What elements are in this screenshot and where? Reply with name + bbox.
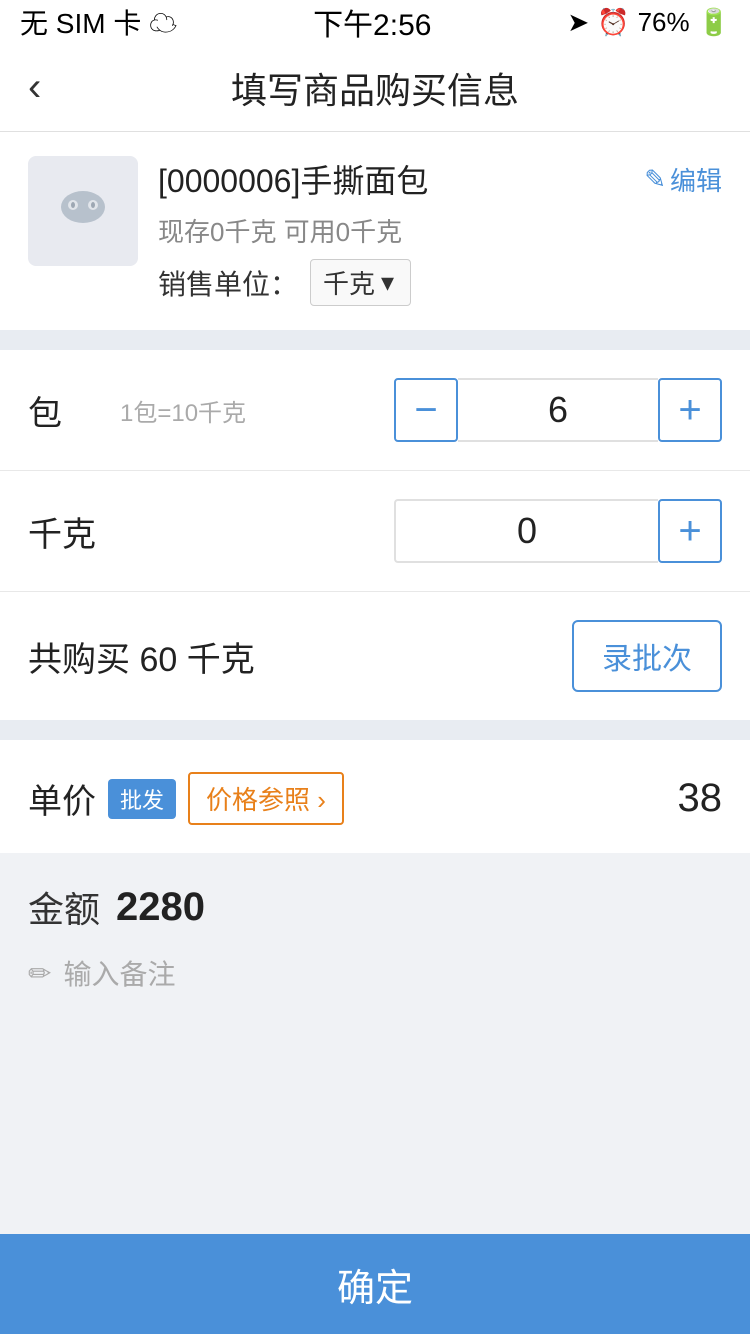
price-row: 单价 批发 价格参照 › 38 — [28, 772, 722, 825]
batch-button[interactable]: 录批次 — [572, 620, 722, 692]
divider-1 — [0, 330, 750, 350]
product-image — [28, 156, 138, 266]
package-minus-button[interactable]: − — [394, 378, 458, 442]
dropdown-icon: ▾ — [381, 267, 394, 298]
kg-number-control: + — [394, 499, 722, 563]
kg-plus-button[interactable]: + — [658, 499, 722, 563]
status-left: 无 SIM 卡 ☁ — [20, 2, 177, 42]
confirm-button[interactable]: 确定 — [0, 1234, 750, 1334]
package-label: 包 — [28, 386, 108, 435]
location-icon: ➤ — [567, 7, 589, 38]
amount-row: 金额 2280 — [28, 881, 722, 933]
pencil-icon: ✏ — [28, 957, 51, 990]
total-row: 共购买 60 千克 录批次 — [0, 592, 750, 720]
price-label: 单价 — [28, 774, 96, 823]
edit-icon: ✎ — [644, 164, 666, 195]
price-tag: 批发 — [108, 779, 176, 819]
total-amount: 60 — [139, 641, 177, 679]
note-placeholder: 输入备注 — [63, 953, 175, 993]
confirm-label: 确定 — [337, 1257, 413, 1312]
status-time: 下午2:56 — [313, 0, 431, 44]
amount-label: 金额 — [28, 881, 100, 933]
kg-label: 千克 — [28, 507, 108, 556]
back-button[interactable]: ‹ — [28, 65, 41, 110]
package-input-row: 包 1包=10千克 − + — [0, 350, 750, 471]
edit-button[interactable]: ✎ 编辑 — [644, 161, 722, 198]
battery-icon: 🔋 — [698, 7, 730, 38]
total-text: 共购买 60 千克 — [28, 632, 255, 681]
price-value: 38 — [678, 776, 723, 821]
amount-section: 金额 2280 ✏ 输入备注 — [0, 853, 750, 1009]
package-plus-button[interactable]: + — [658, 378, 722, 442]
unit-label: 销售单位： — [158, 263, 298, 303]
product-unit-row: 销售单位： 千克 ▾ — [158, 259, 722, 306]
edit-label: 编辑 — [670, 161, 722, 198]
sim-status: 无 SIM 卡 ☁ — [20, 2, 177, 42]
kg-input-row: 千克 + — [0, 471, 750, 592]
product-info: [0000006]手撕面包 ✎ 编辑 现存0千克 可用0千克 销售单位： 千克 … — [158, 156, 722, 306]
unit-value: 千克 — [323, 264, 375, 301]
status-right: ➤ ⏰ 76% 🔋 — [567, 7, 730, 38]
total-prefix: 共购买 — [28, 641, 130, 679]
product-stock: 现存0千克 可用0千克 — [158, 212, 722, 249]
package-hint: 1包=10千克 — [120, 393, 394, 428]
nav-bar: ‹ 填写商品购买信息 — [0, 44, 750, 132]
alarm-icon: ⏰ — [597, 7, 629, 38]
price-section: 单价 批发 价格参照 › 38 — [0, 740, 750, 853]
product-logo-icon — [51, 179, 115, 243]
product-name: [0000006]手撕面包 — [158, 156, 428, 202]
kg-input[interactable] — [394, 499, 658, 563]
page-title: 填写商品购买信息 — [231, 62, 519, 114]
divider-2 — [0, 720, 750, 740]
total-unit: 千克 — [187, 641, 255, 679]
package-input[interactable] — [458, 378, 658, 442]
amount-value: 2280 — [116, 885, 205, 930]
note-row[interactable]: ✏ 输入备注 — [28, 953, 722, 993]
battery-status: 76% — [638, 7, 690, 38]
package-input-section: 包 1包=10千克 − + 千克 + — [0, 350, 750, 592]
status-bar: 无 SIM 卡 ☁ 下午2:56 ➤ ⏰ 76% 🔋 — [0, 0, 750, 44]
product-card: [0000006]手撕面包 ✎ 编辑 现存0千克 可用0千克 销售单位： 千克 … — [0, 132, 750, 330]
unit-select[interactable]: 千克 ▾ — [310, 259, 411, 306]
package-number-control: − + — [394, 378, 722, 442]
price-ref-button[interactable]: 价格参照 › — [188, 772, 344, 825]
price-label-group: 单价 批发 价格参照 › — [28, 772, 344, 825]
